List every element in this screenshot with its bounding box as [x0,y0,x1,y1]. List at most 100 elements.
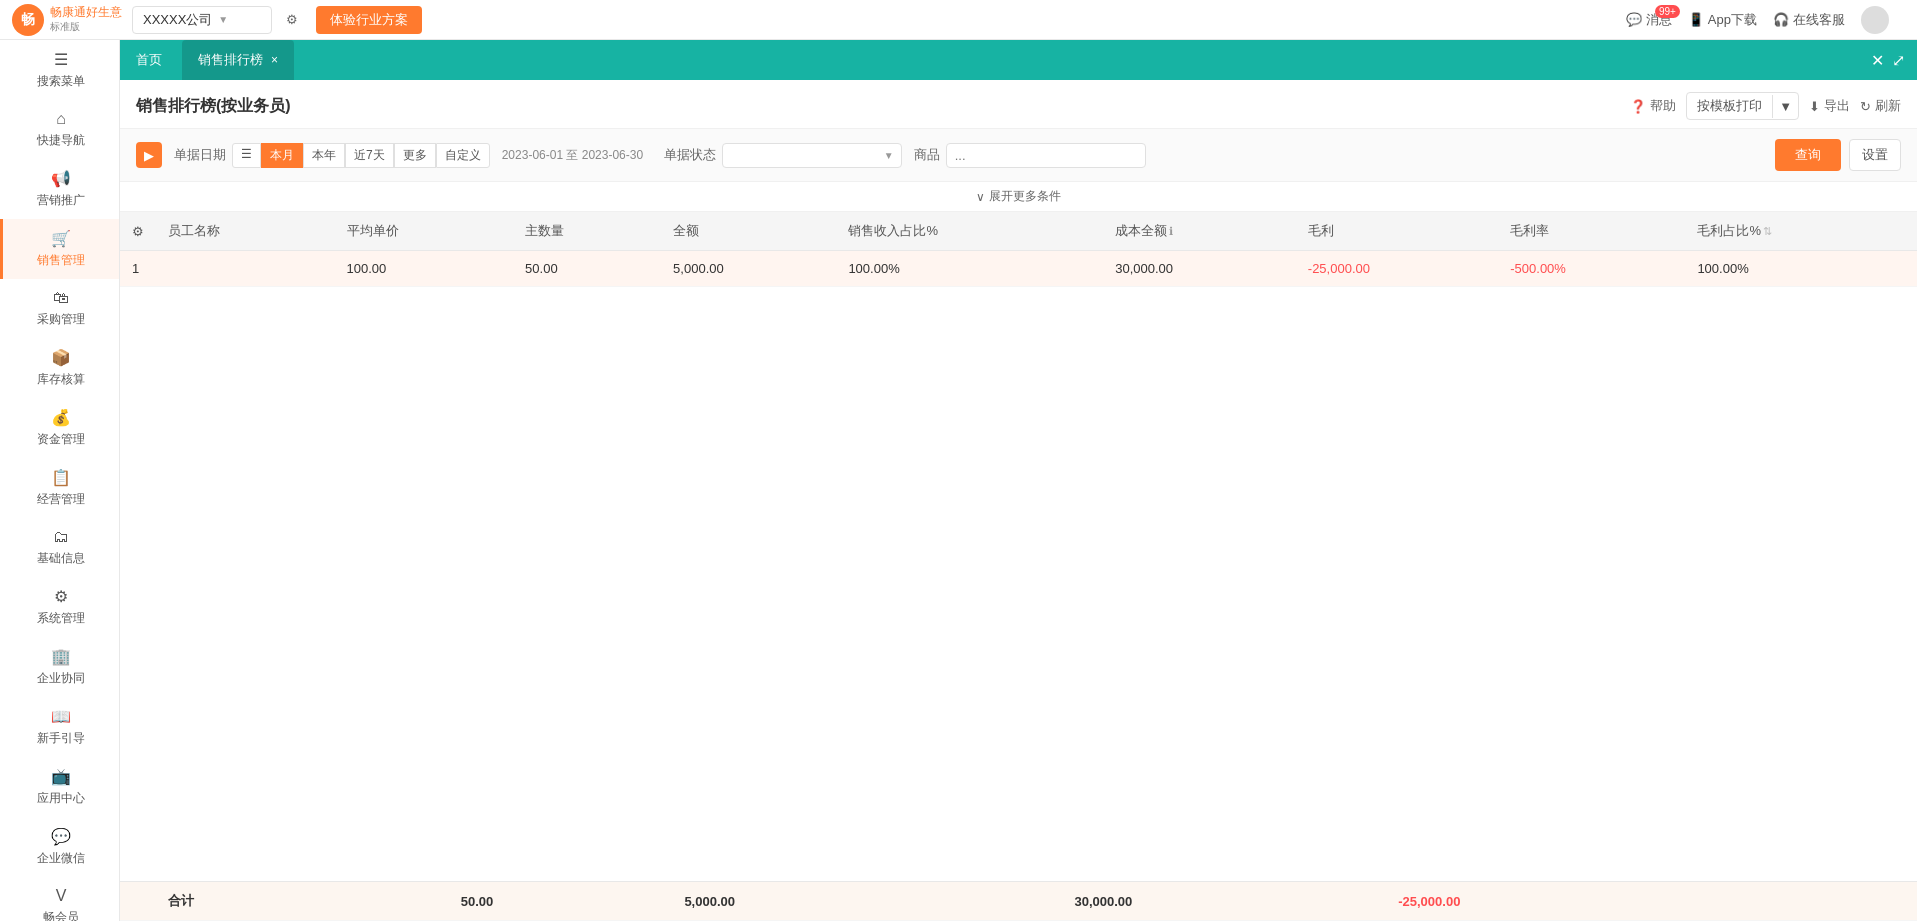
sidebar-item-inventory[interactable]: 📦 库存核算 [0,338,119,398]
cell-cost-amount: 30,000.00 [1103,251,1296,287]
expand-label: 展开更多条件 [989,188,1061,205]
search-menu-icon: ☰ [54,50,68,69]
sidebar-item-marketing[interactable]: 📢 营销推广 [0,159,119,219]
date-tab-more[interactable]: 更多 [394,143,436,168]
guide-icon: 📖 [51,707,71,726]
profit-ratio-sort-icon[interactable]: ⇅ [1763,225,1772,237]
date-tab-current-month[interactable]: 本月 [261,143,303,168]
filter-expand-arrow[interactable]: ▶ [136,142,162,168]
date-tab-7days[interactable]: 近7天 [345,143,394,168]
export-label: 导出 [1824,97,1850,115]
sidebar-item-member[interactable]: V 畅会员 [0,877,119,921]
help-button[interactable]: ❓ 帮助 [1630,97,1676,115]
sidebar-item-system[interactable]: ⚙ 系统管理 [0,577,119,637]
sidebar-item-enterprise[interactable]: 🏢 企业协同 [0,637,119,697]
sidebar-item-guide[interactable]: 📖 新手引导 [0,697,119,757]
col-settings[interactable]: ⚙ [120,212,156,251]
sidebar-item-label: 销售管理 [37,252,85,269]
sidebar-item-sales[interactable]: 🛒 销售管理 [0,219,119,279]
trial-button[interactable]: 体验行业方案 [316,6,422,34]
tab-expand-icon[interactable]: ⤢ [1892,51,1905,70]
operations-icon: 📋 [51,468,71,487]
sales-icon: 🛒 [51,229,71,248]
date-tab-custom[interactable]: 自定义 [436,143,490,168]
print-button-group[interactable]: 按模板打印 ▼ [1686,92,1799,120]
sidebar-item-label: 畅会员 [43,909,79,921]
sidebar-item-label: 系统管理 [37,610,85,627]
goods-label: 商品 [914,146,940,164]
refresh-button[interactable]: ↻ 刷新 [1860,97,1901,115]
sidebar-item-app-center[interactable]: 📺 应用中心 [0,757,119,817]
table-footer: 合计 50.00 5,000.00 30,000.00 -25,000.00 [120,881,1917,921]
online-service-button[interactable]: 🎧 在线客服 [1773,11,1845,29]
inventory-icon: 📦 [51,348,71,367]
cell-sales-ratio: 100.00% [836,251,1103,287]
top-bar: 畅 畅康通好生意 标准版 XXXXX公司 ▼ ⚙ 体验行业方案 💬 消息 99+… [0,0,1917,40]
member-icon: V [56,887,67,905]
print-arrow-icon[interactable]: ▼ [1772,95,1798,118]
header-actions: ❓ 帮助 按模板打印 ▼ ⬇ 导出 ↻ 刷新 [1630,92,1901,120]
date-tab-current-year[interactable]: 本年 [303,143,345,168]
settings-icon[interactable]: ⚙ [278,6,306,34]
cell-amount: 5,000.00 [661,251,836,287]
cost-info-icon[interactable]: ℹ [1169,225,1173,237]
cell-name [156,251,335,287]
message-badge: 99+ [1655,5,1680,18]
cell-avg-price: 100.00 [335,251,514,287]
question-icon: ❓ [1630,99,1646,114]
help-label: 帮助 [1650,97,1676,115]
export-button[interactable]: ⬇ 导出 [1809,97,1850,115]
goods-input[interactable] [946,143,1146,168]
status-select[interactable] [722,143,902,168]
tab-close-button[interactable]: × [271,53,278,67]
footer-table: 合计 50.00 5,000.00 30,000.00 -25,000.00 [120,882,1917,921]
tab-close-icon[interactable]: ✕ [1871,51,1884,70]
cell-profit-rate: -500.00% [1498,251,1685,287]
tab-sales-ranking[interactable]: 销售排行榜 × [182,40,294,80]
goods-filter: 商品 [914,143,1146,168]
refresh-icon: ↻ [1860,99,1871,114]
sidebar-item-label: 企业协同 [37,670,85,687]
col-sales-ratio: 销售收入占比% [836,212,1103,251]
expand-conditions-button[interactable]: ∨ 展开更多条件 [976,188,1061,205]
filter-action-buttons: 查询 设置 [1775,139,1901,171]
chevron-down-icon: ▼ [218,14,228,25]
chevron-down-icon: ∨ [976,190,985,204]
sidebar-item-nav[interactable]: ⌂ 快捷导航 [0,100,119,159]
date-tab-prev-month[interactable]: ☰ [232,143,261,168]
sidebar-item-operations[interactable]: 📋 经营管理 [0,458,119,518]
print-label: 按模板打印 [1687,93,1772,119]
filter-area: ▶ 单据日期 ☰ 本月 本年 近7天 更多 自定义 [120,129,1917,182]
date-range-text: 2023-06-01 至 2023-06-30 [502,147,652,164]
company-selector[interactable]: XXXXX公司 ▼ [132,6,272,34]
sidebar-item-label: 营销推广 [37,192,85,209]
col-main-qty: 主数量 [513,212,661,251]
col-profit-rate: 毛利率 [1498,212,1685,251]
filter-settings-button[interactable]: 设置 [1849,139,1901,171]
table-container: ⚙ 员工名称 平均单价 主数量 全额 销售收入占比% 成本全额ℹ 毛利 毛利率 … [120,212,1917,881]
query-button[interactable]: 查询 [1775,139,1841,171]
col-cost-amount: 成本全额ℹ [1103,212,1296,251]
main-layout: ☰ 搜索菜单 ⌂ 快捷导航 📢 营销推广 🛒 销售管理 🛍 采购管理 📦 库存核… [0,40,1917,921]
cell-rank: 1 [120,251,156,287]
footer-profit: -25,000.00 [1386,882,1727,921]
sidebar-item-finance[interactable]: 💰 资金管理 [0,398,119,458]
col-name: 员工名称 [156,212,335,251]
refresh-label: 刷新 [1875,97,1901,115]
sidebar-item-purchase[interactable]: 🛍 采购管理 [0,279,119,338]
sidebar-item-wechat[interactable]: 💬 企业微信 [0,817,119,877]
content-area: 首页 销售排行榜 × ✕ ⤢ 销售排行榜(按业务员) ❓ 帮助 [120,40,1917,921]
app-download-button[interactable]: 📱 App下载 [1688,11,1757,29]
table-row: 1 100.00 50.00 5,000.00 100.00% 30,000.0… [120,251,1917,287]
date-label: 单据日期 [174,146,226,164]
sidebar-item-basic-info[interactable]: 🗂 基础信息 [0,518,119,577]
avatar[interactable] [1861,6,1889,34]
wechat-icon: 💬 [51,827,71,846]
sidebar-item-search[interactable]: ☰ 搜索菜单 [0,40,119,100]
tab-home[interactable]: 首页 [120,40,178,80]
cell-main-qty: 50.00 [513,251,661,287]
message-button[interactable]: 💬 消息 99+ [1626,11,1672,29]
footer-avg-price [354,882,449,921]
home-icon: ⌂ [56,110,66,128]
tab-bar: 首页 销售排行榜 × ✕ ⤢ [120,40,1917,80]
